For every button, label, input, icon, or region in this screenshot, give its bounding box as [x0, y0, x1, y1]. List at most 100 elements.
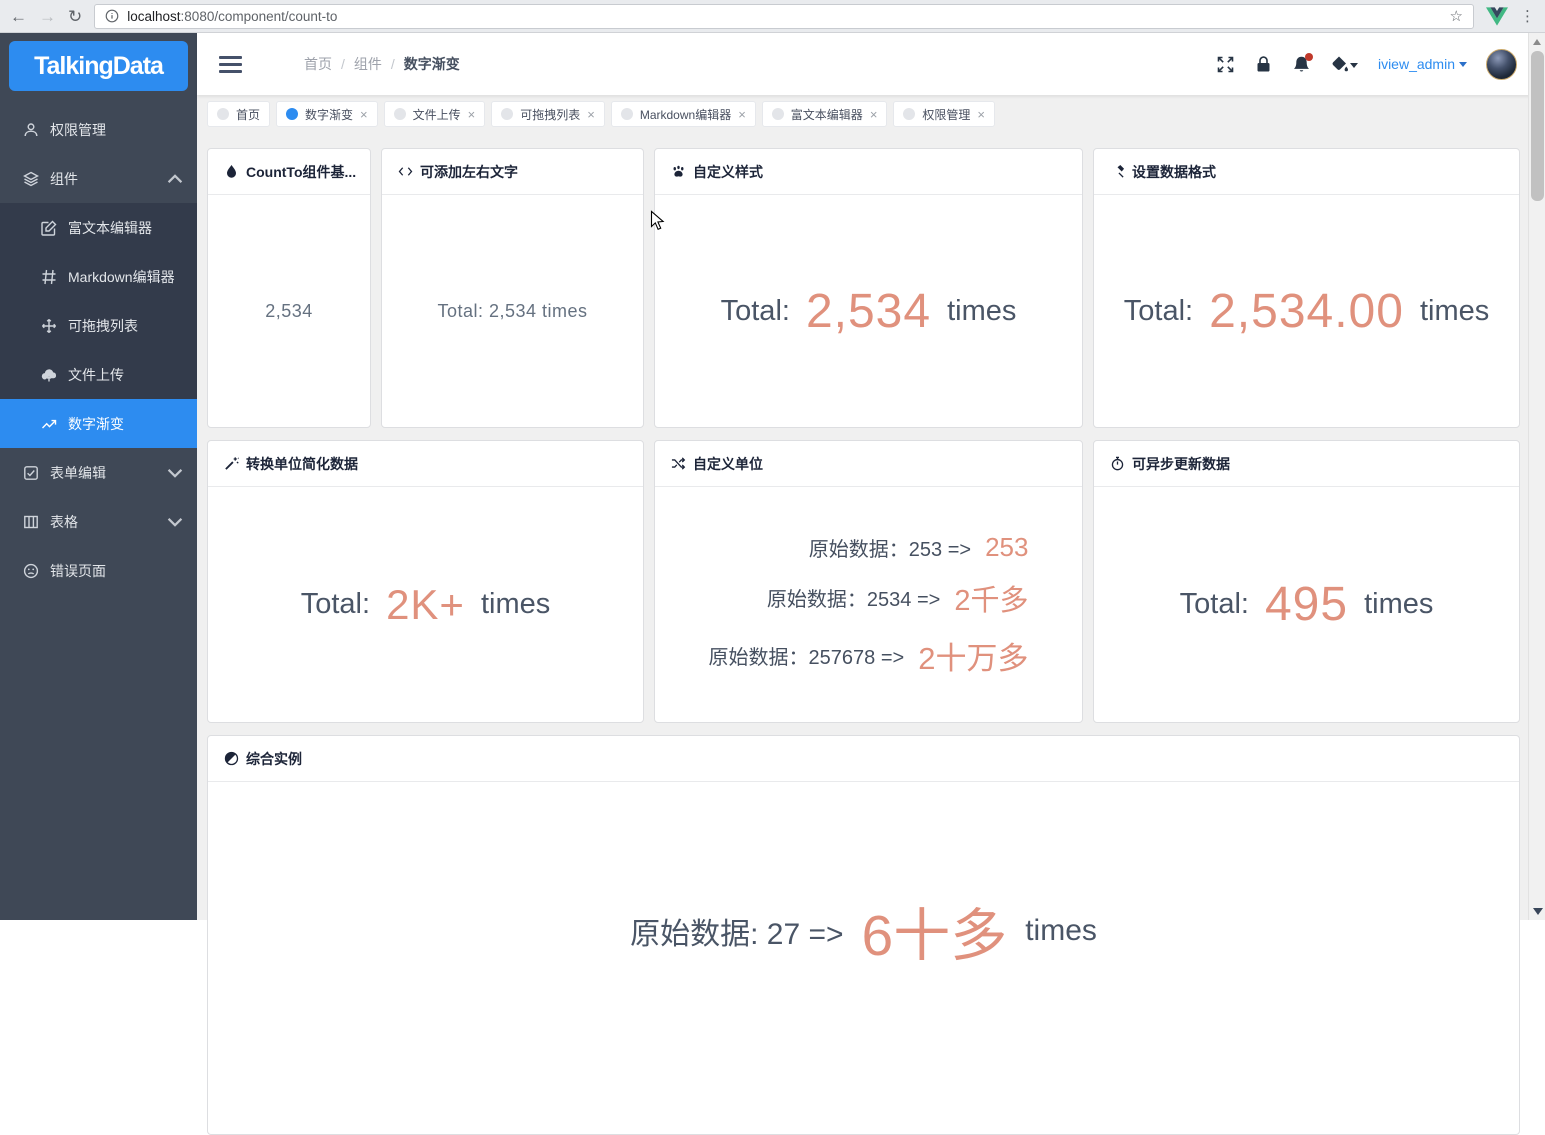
table-icon: [24, 515, 38, 528]
sidebar-item-label: 权限管理: [50, 121, 106, 138]
main-area: 首页 / 组件 / 数字渐变 iview_admin 首页 数字渐变 × 文件上…: [197, 33, 1545, 1135]
breadcrumb: 首页 / 组件 / 数字渐变: [304, 54, 460, 74]
hamburger-menu-icon[interactable]: [219, 55, 242, 73]
back-button[interactable]: ←: [10, 8, 27, 25]
forward-button[interactable]: →: [39, 8, 56, 25]
card-header: 综合实例: [208, 736, 1519, 782]
vue-devtools-icon[interactable]: [1486, 6, 1508, 26]
tag-count-to[interactable]: 数字渐变 ×: [276, 101, 378, 127]
card-title: 设置数据格式: [1132, 163, 1216, 180]
card-countto-text: 可添加左右文字 Total: 2,534 times: [381, 148, 644, 428]
tag-dot: [393, 108, 406, 120]
tag-dot: [217, 108, 229, 120]
theme-switch-button[interactable]: [1330, 55, 1358, 74]
browser-toolbar: ← → ↻ localhost:8080/component/count-to …: [0, 0, 1545, 33]
raw-data-label: 原始数据：257678 =>: [708, 646, 905, 669]
tag-richtext-editor[interactable]: 富文本编辑器 ×: [761, 101, 888, 127]
lock-button[interactable]: [1254, 55, 1273, 74]
card-header: 设置数据格式: [1094, 149, 1519, 195]
sidebar-item-table[interactable]: 表格: [0, 497, 197, 546]
sidebar-item-form-editor[interactable]: 表单编辑: [0, 448, 197, 497]
reload-button[interactable]: ↻: [68, 8, 82, 25]
count-prefix: Total:: [720, 294, 790, 327]
close-icon[interactable]: ×: [360, 108, 368, 121]
count-suffix: times: [1025, 914, 1097, 947]
top-header: 首页 / 组件 / 数字渐变 iview_admin: [197, 33, 1545, 95]
card-header: 可异步更新数据: [1094, 441, 1519, 487]
breadcrumb-home[interactable]: 首页: [304, 54, 332, 74]
sidebar-item-markdown-editor[interactable]: Markdown编辑器: [0, 252, 197, 301]
card-countto-format: 设置数据格式 Total: 2,534.00 times: [1093, 148, 1520, 428]
scrollbar-thumb[interactable]: [1531, 51, 1544, 201]
scroll-up-button[interactable]: [1529, 33, 1545, 50]
layers-icon: [23, 171, 39, 186]
open-tags-bar: 首页 数字渐变 × 文件上传 × 可拖拽列表 × Markdown编辑器 × 富…: [197, 95, 1545, 133]
sidebar-item-error-pages[interactable]: 错误页面: [0, 546, 197, 595]
bookmark-star-icon[interactable]: ☆: [1450, 7, 1463, 25]
sidebar-item-label: 组件: [50, 170, 78, 187]
sidebar-item-components[interactable]: 组件: [0, 154, 197, 203]
scroll-down-button[interactable]: [1529, 903, 1545, 920]
page-scrollbar[interactable]: [1528, 33, 1545, 920]
count-value: 2,534: [265, 300, 313, 321]
checkbox-icon: [24, 465, 38, 480]
card-title: 自定义单位: [693, 455, 763, 472]
count-suffix: times: [1419, 294, 1490, 327]
user-caret-icon: [1459, 61, 1467, 67]
tag-markdown-editor[interactable]: Markdown编辑器 ×: [610, 101, 756, 127]
chevron-down-icon: [167, 468, 183, 478]
sidebar-item-file-upload[interactable]: 文件上传: [0, 350, 197, 399]
card-header: 自定义单位: [655, 441, 1082, 487]
tag-draggable-list[interactable]: 可拖拽列表 ×: [491, 101, 605, 127]
components-submenu: 富文本编辑器 Markdown编辑器 可拖拽列表 文件上传 数字渐变: [0, 203, 197, 448]
sidebar-item-richtext-editor[interactable]: 富文本编辑器: [0, 203, 197, 252]
count-value: Total: 2,534 times: [437, 300, 588, 321]
count-prefix: Total:: [300, 588, 371, 620]
count-value: 6十多: [861, 904, 1008, 968]
tag-permission[interactable]: 权限管理 ×: [893, 101, 996, 127]
tag-label: 可拖拽列表: [520, 107, 581, 122]
breadcrumb-components[interactable]: 组件: [354, 54, 382, 74]
count-value: 2K+: [386, 580, 465, 628]
tag-home[interactable]: 首页: [207, 101, 271, 127]
code-icon: [398, 167, 413, 176]
tag-label: 权限管理: [922, 107, 971, 122]
card-countto-basic: CountTo组件基... 2,534: [207, 148, 371, 428]
tag-label: Markdown编辑器: [639, 107, 732, 122]
sidebar: TalkingData 权限管理 组件 富文本编辑器 Markdown编辑器 可…: [0, 33, 197, 920]
raw-data-label: 原始数据：253 =>: [808, 538, 972, 561]
theme-caret-icon: [1349, 62, 1358, 68]
close-icon[interactable]: ×: [870, 108, 878, 121]
chevron-up-icon: [167, 173, 183, 183]
move-icon: [42, 318, 56, 333]
sidebar-item-count-to[interactable]: 数字渐变: [0, 399, 197, 448]
trending-up-icon: [42, 419, 57, 428]
sidebar-item-draggable-list[interactable]: 可拖拽列表: [0, 301, 197, 350]
tag-file-upload[interactable]: 文件上传 ×: [383, 101, 486, 127]
card-header: 可添加左右文字: [382, 149, 643, 195]
sidebar-item-permission[interactable]: 权限管理: [0, 105, 197, 154]
unit-row: 原始数据：2534 => 2千多: [767, 577, 1029, 619]
sidebar-item-label: 数字渐变: [68, 415, 124, 432]
page-content: CountTo组件基... 2,534 可添加左右文字 Total: 2,534…: [197, 133, 1528, 1135]
shuffle-icon: [671, 457, 686, 470]
avatar[interactable]: [1486, 48, 1517, 80]
card-countto-style: 自定义样式 Total: 2,534 times: [654, 148, 1083, 428]
sidebar-item-label: 富文本编辑器: [68, 219, 152, 236]
paw-icon: [673, 165, 684, 177]
close-icon[interactable]: ×: [738, 108, 746, 121]
close-icon[interactable]: ×: [468, 108, 476, 121]
browser-menu-icon[interactable]: ⋮: [1520, 7, 1535, 25]
card-header: CountTo组件基...: [208, 149, 370, 195]
user-dropdown[interactable]: iview_admin: [1378, 56, 1467, 72]
close-icon[interactable]: ×: [977, 108, 985, 121]
card-title: 转换单位简化数据: [246, 455, 358, 472]
close-icon[interactable]: ×: [587, 108, 595, 121]
notification-badge: [1304, 52, 1313, 61]
count-value: 2十万多: [918, 640, 1029, 676]
card-title: CountTo组件基...: [246, 163, 357, 180]
fullscreen-button[interactable]: [1216, 55, 1235, 74]
breadcrumb-separator: /: [390, 56, 395, 72]
address-bar[interactable]: localhost:8080/component/count-to ☆: [94, 3, 1474, 29]
notification-bell-button[interactable]: [1292, 52, 1313, 74]
